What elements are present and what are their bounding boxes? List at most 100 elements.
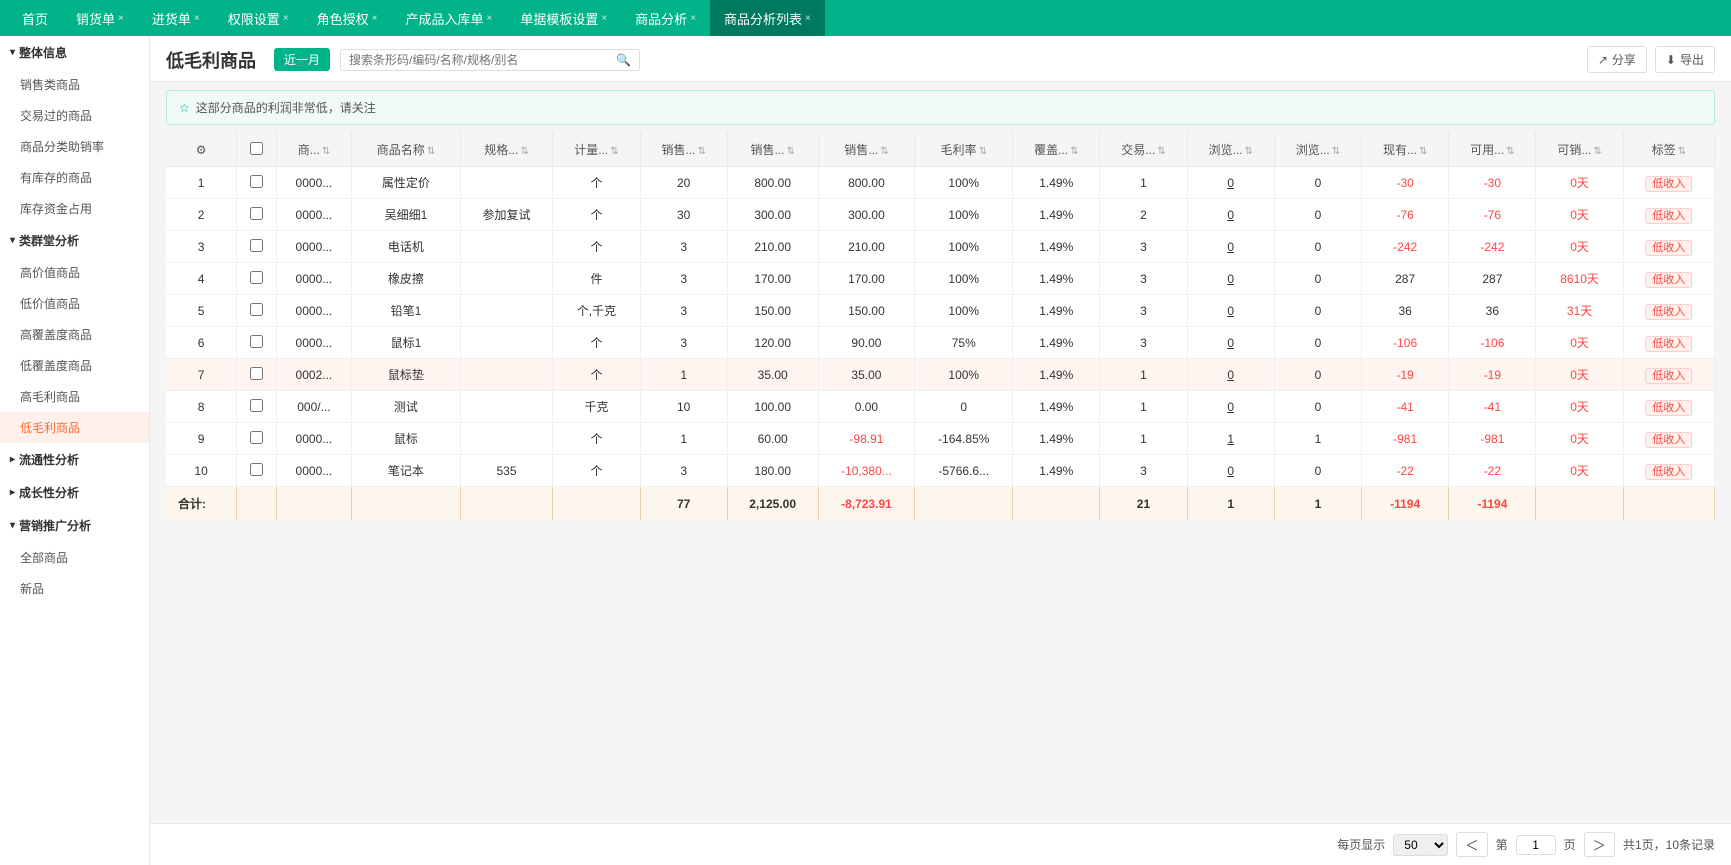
browse1-value[interactable]: 0 xyxy=(1227,368,1234,382)
row-checkbox[interactable] xyxy=(237,167,277,199)
col-header-transaction[interactable]: 交易...⇅ xyxy=(1100,133,1187,167)
col-header-sales_amount[interactable]: 销售...⇅ xyxy=(818,133,915,167)
row-checkbox[interactable] xyxy=(250,175,263,188)
row-checkbox[interactable] xyxy=(237,455,277,487)
sidebar-item-高价值商品[interactable]: 高价值商品 xyxy=(0,257,149,288)
browse1-value[interactable]: 0 xyxy=(1227,208,1234,222)
row-checkbox[interactable] xyxy=(250,207,263,220)
col-header-name[interactable]: 商品名称⇅ xyxy=(352,133,461,167)
sidebar-item-高覆盖度商品[interactable]: 高覆盖度商品 xyxy=(0,319,149,350)
row-checkbox[interactable] xyxy=(250,271,263,284)
nav-item-进货单[interactable]: 进货单× xyxy=(138,0,214,36)
col-header-sales_price[interactable]: 销售...⇅ xyxy=(727,133,818,167)
share-button[interactable]: ↗ 分享 xyxy=(1587,46,1647,73)
col-header-checkbox[interactable] xyxy=(237,133,277,167)
col-header-available[interactable]: 可用...⇅ xyxy=(1449,133,1536,167)
row-checkbox[interactable] xyxy=(237,359,277,391)
sidebar-item-销售类商品[interactable]: 销售类商品 xyxy=(0,69,149,100)
sidebar-group-title-整体信息[interactable]: ▾整体信息 xyxy=(0,36,149,69)
browse1-value[interactable]: 1 xyxy=(1227,432,1234,446)
nav-close-权限设置[interactable]: × xyxy=(283,13,289,24)
tag[interactable]: 低收入 xyxy=(1623,231,1714,263)
row-checkbox[interactable] xyxy=(237,295,277,327)
browse1-value[interactable]: 0 xyxy=(1227,464,1234,478)
nav-close-角色授权[interactable]: × xyxy=(372,13,378,24)
row-checkbox[interactable] xyxy=(237,231,277,263)
col-header-browse2[interactable]: 浏览...⇅ xyxy=(1274,133,1361,167)
settings-icon[interactable]: ⚙ xyxy=(196,143,207,157)
nav-item-单据模板设置[interactable]: 单据模板设置× xyxy=(506,0,621,36)
browse1-value[interactable]: 0 xyxy=(1227,400,1234,414)
nav-close-进货单[interactable]: × xyxy=(194,13,200,24)
col-header-unit[interactable]: 计量...⇅ xyxy=(553,133,640,167)
nav-item-权限设置[interactable]: 权限设置× xyxy=(214,0,303,36)
sidebar-group-title-营销推广分析[interactable]: ▾营销推广分析 xyxy=(0,509,149,542)
next-page-button[interactable]: ＞ xyxy=(1584,832,1615,857)
sidebar-group-title-成长性分析[interactable]: ▸成长性分析 xyxy=(0,476,149,509)
browse1-value[interactable]: 0 xyxy=(1227,240,1234,254)
nav-item-产成品入库单[interactable]: 产成品入库单× xyxy=(391,0,506,36)
col-header-sellable[interactable]: 可销...⇅ xyxy=(1536,133,1623,167)
browse1-value[interactable]: 0 xyxy=(1227,304,1234,318)
search-icon[interactable]: 🔍 xyxy=(616,53,631,67)
export-button[interactable]: ⬇ 导出 xyxy=(1655,46,1715,73)
tag[interactable]: 低收入 xyxy=(1623,295,1714,327)
sidebar-item-交易过的商品[interactable]: 交易过的商品 xyxy=(0,100,149,131)
row-checkbox[interactable] xyxy=(250,335,263,348)
nav-close-商品分析[interactable]: × xyxy=(690,13,696,24)
row-checkbox[interactable] xyxy=(237,391,277,423)
col-header-current_stock[interactable]: 现有...⇅ xyxy=(1362,133,1449,167)
col-header-gross_margin[interactable]: 毛利率⇅ xyxy=(915,133,1013,167)
row-checkbox[interactable] xyxy=(250,463,263,476)
sidebar-item-新品[interactable]: 新品 xyxy=(0,573,149,604)
row-checkbox[interactable] xyxy=(250,367,263,380)
nav-close-销货单[interactable]: × xyxy=(118,13,124,24)
browse1-value[interactable]: 0 xyxy=(1227,272,1234,286)
row-checkbox[interactable] xyxy=(250,399,263,412)
sidebar-group-title-类群堂分析[interactable]: ▾类群堂分析 xyxy=(0,224,149,257)
sidebar-item-低价值商品[interactable]: 低价值商品 xyxy=(0,288,149,319)
browse1-value[interactable]: 0 xyxy=(1227,336,1234,350)
tag[interactable]: 低收入 xyxy=(1623,167,1714,199)
row-checkbox[interactable] xyxy=(237,327,277,359)
tag[interactable]: 低收入 xyxy=(1623,423,1714,455)
row-checkbox[interactable] xyxy=(250,431,263,444)
search-input[interactable] xyxy=(349,53,616,67)
col-header-tag[interactable]: 标签⇅ xyxy=(1623,133,1714,167)
sidebar-item-高毛利商品[interactable]: 高毛利商品 xyxy=(0,381,149,412)
sidebar-item-库存资金占用[interactable]: 库存资金占用 xyxy=(0,193,149,224)
col-header-spec[interactable]: 规格...⇅ xyxy=(460,133,553,167)
nav-item-首页[interactable]: 首页 xyxy=(8,0,62,36)
col-header-code[interactable]: 商...⇅ xyxy=(276,133,352,167)
sidebar-item-商品分类助销率[interactable]: 商品分类助销率 xyxy=(0,131,149,162)
col-header-browse1[interactable]: 浏览...⇅ xyxy=(1187,133,1274,167)
tag[interactable]: 低收入 xyxy=(1623,359,1714,391)
sidebar-group-title-流通性分析[interactable]: ▸流通性分析 xyxy=(0,443,149,476)
page-number-input[interactable] xyxy=(1516,835,1556,855)
sidebar-item-全部商品[interactable]: 全部商品 xyxy=(0,542,149,573)
prev-page-button[interactable]: ＜ xyxy=(1456,832,1487,857)
row-checkbox[interactable] xyxy=(250,239,263,252)
nav-close-单据模板设置[interactable]: × xyxy=(601,13,607,24)
sidebar-item-低覆盖度商品[interactable]: 低覆盖度商品 xyxy=(0,350,149,381)
nav-close-商品分析列表[interactable]: × xyxy=(805,13,811,24)
col-header-sales_qty[interactable]: 销售...⇅ xyxy=(640,133,727,167)
select-all-checkbox[interactable] xyxy=(250,142,263,155)
tag[interactable]: 低收入 xyxy=(1623,327,1714,359)
nav-close-产成品入库单[interactable]: × xyxy=(486,13,492,24)
row-checkbox[interactable] xyxy=(250,303,263,316)
sidebar-item-有库存的商品[interactable]: 有库存的商品 xyxy=(0,162,149,193)
nav-item-销货单[interactable]: 销货单× xyxy=(62,0,138,36)
tag[interactable]: 低收入 xyxy=(1623,199,1714,231)
tag[interactable]: 低收入 xyxy=(1623,263,1714,295)
nav-item-商品分析列表[interactable]: 商品分析列表× xyxy=(710,0,825,36)
sidebar-item-低毛利商品[interactable]: 低毛利商品 xyxy=(0,412,149,443)
col-header-settings[interactable]: ⚙ xyxy=(166,133,237,167)
browse1-value[interactable]: 0 xyxy=(1227,176,1234,190)
per-page-select[interactable]: 50 20 100 xyxy=(1393,834,1448,856)
period-button[interactable]: 近一月 xyxy=(274,48,330,71)
row-checkbox[interactable] xyxy=(237,199,277,231)
row-checkbox[interactable] xyxy=(237,423,277,455)
tag[interactable]: 低收入 xyxy=(1623,391,1714,423)
tag[interactable]: 低收入 xyxy=(1623,455,1714,487)
